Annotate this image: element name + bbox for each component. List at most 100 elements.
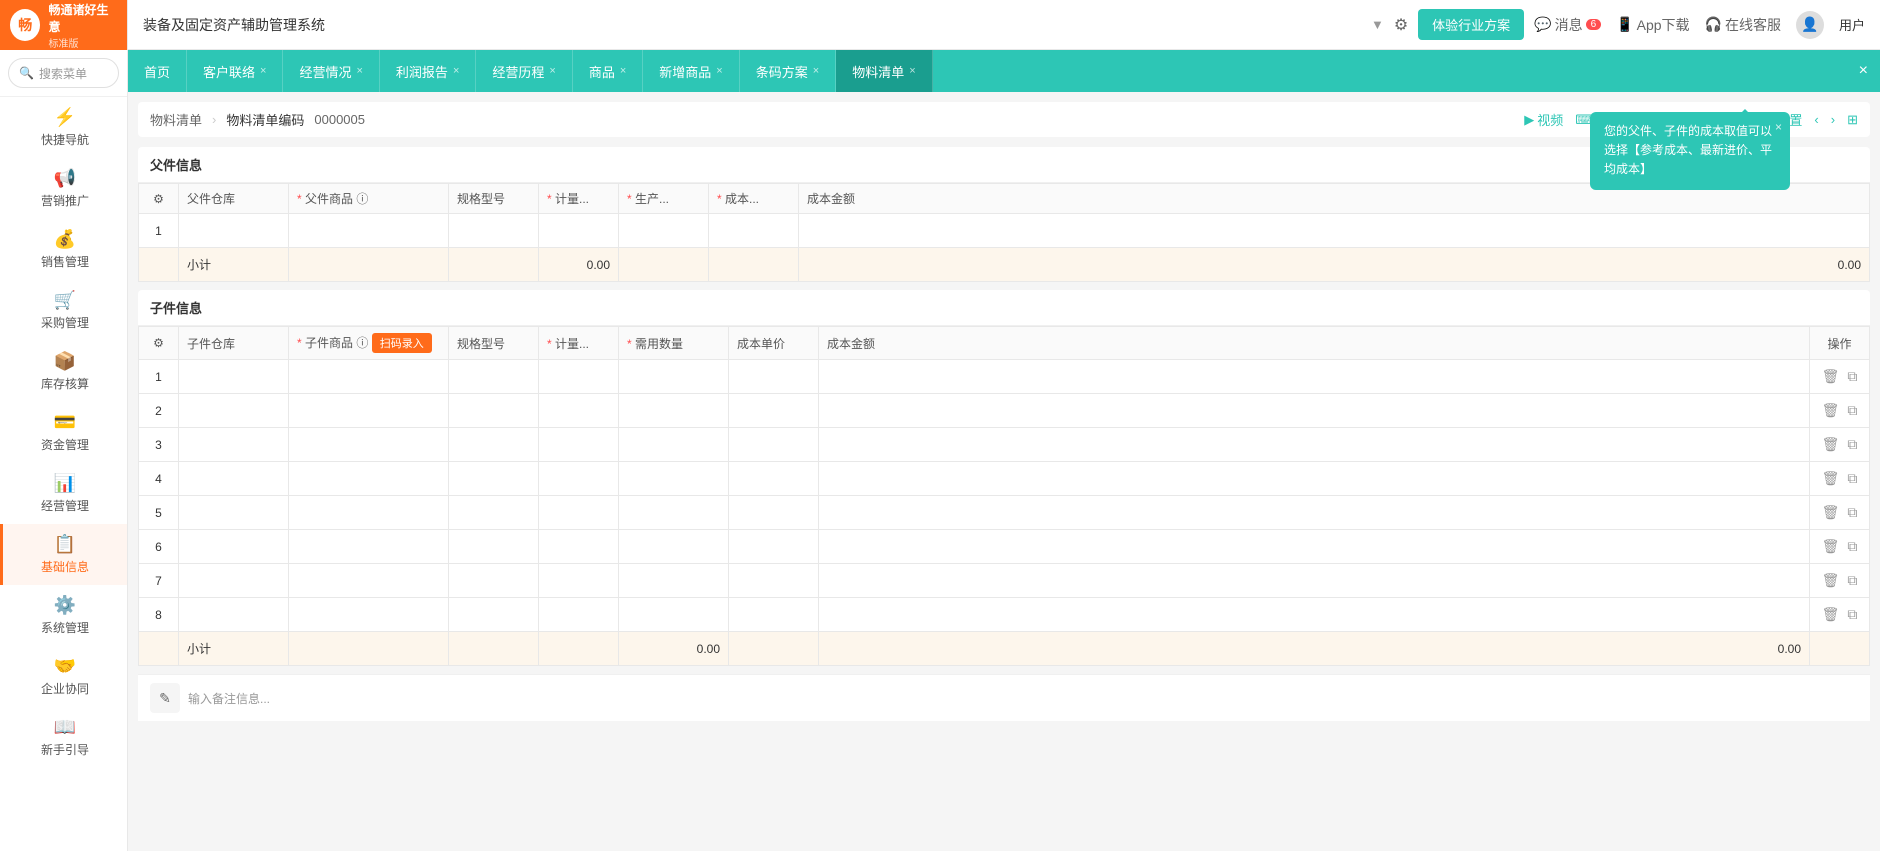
tab-bom[interactable]: 物料清单 × bbox=[836, 50, 932, 92]
grid-view-icon[interactable]: ⊞ bbox=[1847, 112, 1858, 128]
child-col-spec: 规格型号 bbox=[449, 327, 539, 360]
sidebar-item-guide[interactable]: 📖 新手引导 bbox=[0, 707, 127, 768]
tab-barcode[interactable]: 条码方案 × bbox=[740, 50, 836, 92]
delete-btn-8[interactable]: 🗑 bbox=[1820, 604, 1842, 625]
parent-unit-cell[interactable] bbox=[539, 214, 619, 248]
breadcrumb-bar: 物料清单 › 物料清单编码 0000005 ▶ 视频 ⌨ 快捷键 💲 提取成本 … bbox=[138, 102, 1870, 137]
tab-profit[interactable]: 利润报告 × bbox=[380, 50, 476, 92]
breadcrumb-bom[interactable]: 物料清单 bbox=[150, 110, 202, 129]
child-spec-1[interactable] bbox=[449, 360, 539, 394]
parent-row-1: 1 bbox=[139, 214, 1870, 248]
sidebar-item-finance[interactable]: 💳 资金管理 bbox=[0, 402, 127, 463]
child-qty-2[interactable] bbox=[619, 394, 729, 428]
sidebar-item-system[interactable]: ⚙️ 系统管理 bbox=[0, 585, 127, 646]
parent-spec-cell[interactable] bbox=[449, 214, 539, 248]
delete-btn-3[interactable]: 🗑 bbox=[1820, 434, 1842, 455]
copy-btn-2[interactable]: ⧉ bbox=[1845, 400, 1859, 421]
tab-close-customer[interactable]: × bbox=[260, 65, 266, 77]
child-warehouse-2[interactable] bbox=[179, 394, 289, 428]
child-product-2[interactable] bbox=[289, 394, 449, 428]
delete-btn-5[interactable]: 🗑 bbox=[1820, 502, 1842, 523]
tab-history[interactable]: 经营历程 × bbox=[476, 50, 572, 92]
tab-add-goods[interactable]: 新增商品 × bbox=[643, 50, 739, 92]
message-badge: 6 bbox=[1586, 19, 1602, 30]
note-hint[interactable]: 输入备注信息... bbox=[188, 690, 270, 707]
tab-close-bom[interactable]: × bbox=[909, 65, 915, 77]
tab-close-history[interactable]: × bbox=[549, 65, 555, 77]
message-button[interactable]: 💬 消息 6 bbox=[1534, 15, 1601, 35]
delete-btn-1[interactable]: 🗑 bbox=[1820, 366, 1842, 387]
logo-text: 畅通诸好生意 标准版 bbox=[48, 1, 117, 50]
parent-production-cell[interactable] bbox=[619, 214, 709, 248]
child-section-title: 子件信息 bbox=[138, 290, 1870, 326]
sidebar-item-sales[interactable]: 💰 销售管理 bbox=[0, 219, 127, 280]
child-col-unit-cost: 成本单价 bbox=[729, 327, 819, 360]
parent-product-cell[interactable] bbox=[289, 214, 449, 248]
child-row-8: 8 🗑 ⧉ bbox=[139, 598, 1870, 632]
breadcrumb-sep: › bbox=[212, 112, 216, 127]
sidebar-item-basic-info[interactable]: 📋 基础信息 bbox=[0, 524, 127, 585]
video-btn[interactable]: ▶ 视频 bbox=[1524, 110, 1563, 129]
settings-icon[interactable]: ⚙ bbox=[1394, 15, 1408, 35]
dropdown-icon[interactable]: ▼ bbox=[1371, 17, 1384, 32]
parent-warehouse-cell[interactable] bbox=[179, 214, 289, 248]
copy-btn-6[interactable]: ⧉ bbox=[1845, 536, 1859, 557]
tooltip-close-btn[interactable]: × bbox=[1775, 118, 1782, 137]
parent-subtotal-row: 小计 0.00 0.00 bbox=[139, 248, 1870, 282]
parent-row-num: 1 bbox=[139, 214, 179, 248]
tooltip-box: × 您的父件、子件的成本取值可以选择【参考成本、最新进价、平均成本】 bbox=[1590, 112, 1790, 190]
child-warehouse-1[interactable] bbox=[179, 360, 289, 394]
child-unit-cost-2 bbox=[729, 394, 819, 428]
sidebar-item-purchase[interactable]: 🛒 采购管理 bbox=[0, 280, 127, 341]
tabs-close-all[interactable]: × bbox=[1847, 62, 1880, 80]
inventory-icon: 📦 bbox=[54, 351, 76, 372]
delete-btn-7[interactable]: 🗑 bbox=[1820, 570, 1842, 591]
child-qty-1[interactable] bbox=[619, 360, 729, 394]
sidebar-item-marketing[interactable]: 📢 营销推广 bbox=[0, 158, 127, 219]
online-service-button[interactable]: 🎧 在线客服 bbox=[1705, 15, 1781, 35]
main-content: 装备及固定资产辅助管理系统 ▼ ⚙ 体验行业方案 💬 消息 6 📱 App下载 … bbox=[128, 0, 1880, 851]
parent-cost-cell[interactable] bbox=[709, 214, 799, 248]
nav-next[interactable]: › bbox=[1831, 112, 1835, 127]
search-button[interactable]: 🔍 搜索菜单 bbox=[8, 58, 119, 88]
child-unit-2[interactable] bbox=[539, 394, 619, 428]
tab-close-profit[interactable]: × bbox=[453, 65, 459, 77]
tab-home[interactable]: 首页 bbox=[128, 50, 187, 92]
trial-button[interactable]: 体验行业方案 bbox=[1418, 9, 1524, 40]
sidebar: 畅 畅通诸好生意 标准版 🔍 搜索菜单 ⚡ 快捷导航 📢 营销推广 💰 销售管理… bbox=[0, 0, 128, 851]
copy-btn-5[interactable]: ⧉ bbox=[1845, 502, 1859, 523]
sidebar-item-quick-nav[interactable]: ⚡ 快捷导航 bbox=[0, 97, 127, 158]
child-unit-1[interactable] bbox=[539, 360, 619, 394]
copy-btn-8[interactable]: ⧉ bbox=[1845, 604, 1859, 625]
copy-btn-7[interactable]: ⧉ bbox=[1845, 570, 1859, 591]
tab-close-barcode[interactable]: × bbox=[813, 65, 819, 77]
finance-icon: 💳 bbox=[54, 412, 76, 433]
tab-close-business[interactable]: × bbox=[356, 65, 362, 77]
user-avatar[interactable]: 👤 bbox=[1796, 11, 1824, 39]
delete-btn-4[interactable]: 🗑 bbox=[1820, 468, 1842, 489]
sidebar-item-inventory[interactable]: 📦 库存核算 bbox=[0, 341, 127, 402]
child-spec-2[interactable] bbox=[449, 394, 539, 428]
note-icon[interactable]: ✎ bbox=[150, 683, 180, 713]
tab-business[interactable]: 经营情况 × bbox=[283, 50, 379, 92]
sidebar-item-cooperation[interactable]: 🤝 企业协同 bbox=[0, 646, 127, 707]
tab-goods[interactable]: 商品 × bbox=[573, 50, 643, 92]
copy-btn-4[interactable]: ⧉ bbox=[1845, 468, 1859, 489]
copy-btn-1[interactable]: ⧉ bbox=[1845, 366, 1859, 387]
tab-close-goods[interactable]: × bbox=[620, 65, 626, 77]
tab-customer[interactable]: 客户联络 × bbox=[187, 50, 283, 92]
delete-btn-6[interactable]: 🗑 bbox=[1820, 536, 1842, 557]
child-product-1[interactable] bbox=[289, 360, 449, 394]
nav-prev[interactable]: ‹ bbox=[1814, 112, 1818, 127]
marketing-icon: 📢 bbox=[54, 168, 76, 189]
parent-col-settings[interactable]: ⚙ bbox=[139, 184, 179, 214]
delete-btn-2[interactable]: 🗑 bbox=[1820, 400, 1842, 421]
tab-close-add-goods[interactable]: × bbox=[716, 65, 722, 77]
breadcrumb-bom-code[interactable]: 物料清单编码 bbox=[226, 110, 304, 129]
copy-btn-3[interactable]: ⧉ bbox=[1845, 434, 1859, 455]
child-col-settings[interactable]: ⚙ bbox=[139, 327, 179, 360]
scan-input-btn[interactable]: 扫码录入 bbox=[372, 333, 432, 353]
quick-nav-icon: ⚡ bbox=[54, 107, 76, 128]
sidebar-item-operations[interactable]: 📊 经营管理 bbox=[0, 463, 127, 524]
app-download-button[interactable]: 📱 App下载 bbox=[1616, 15, 1689, 35]
